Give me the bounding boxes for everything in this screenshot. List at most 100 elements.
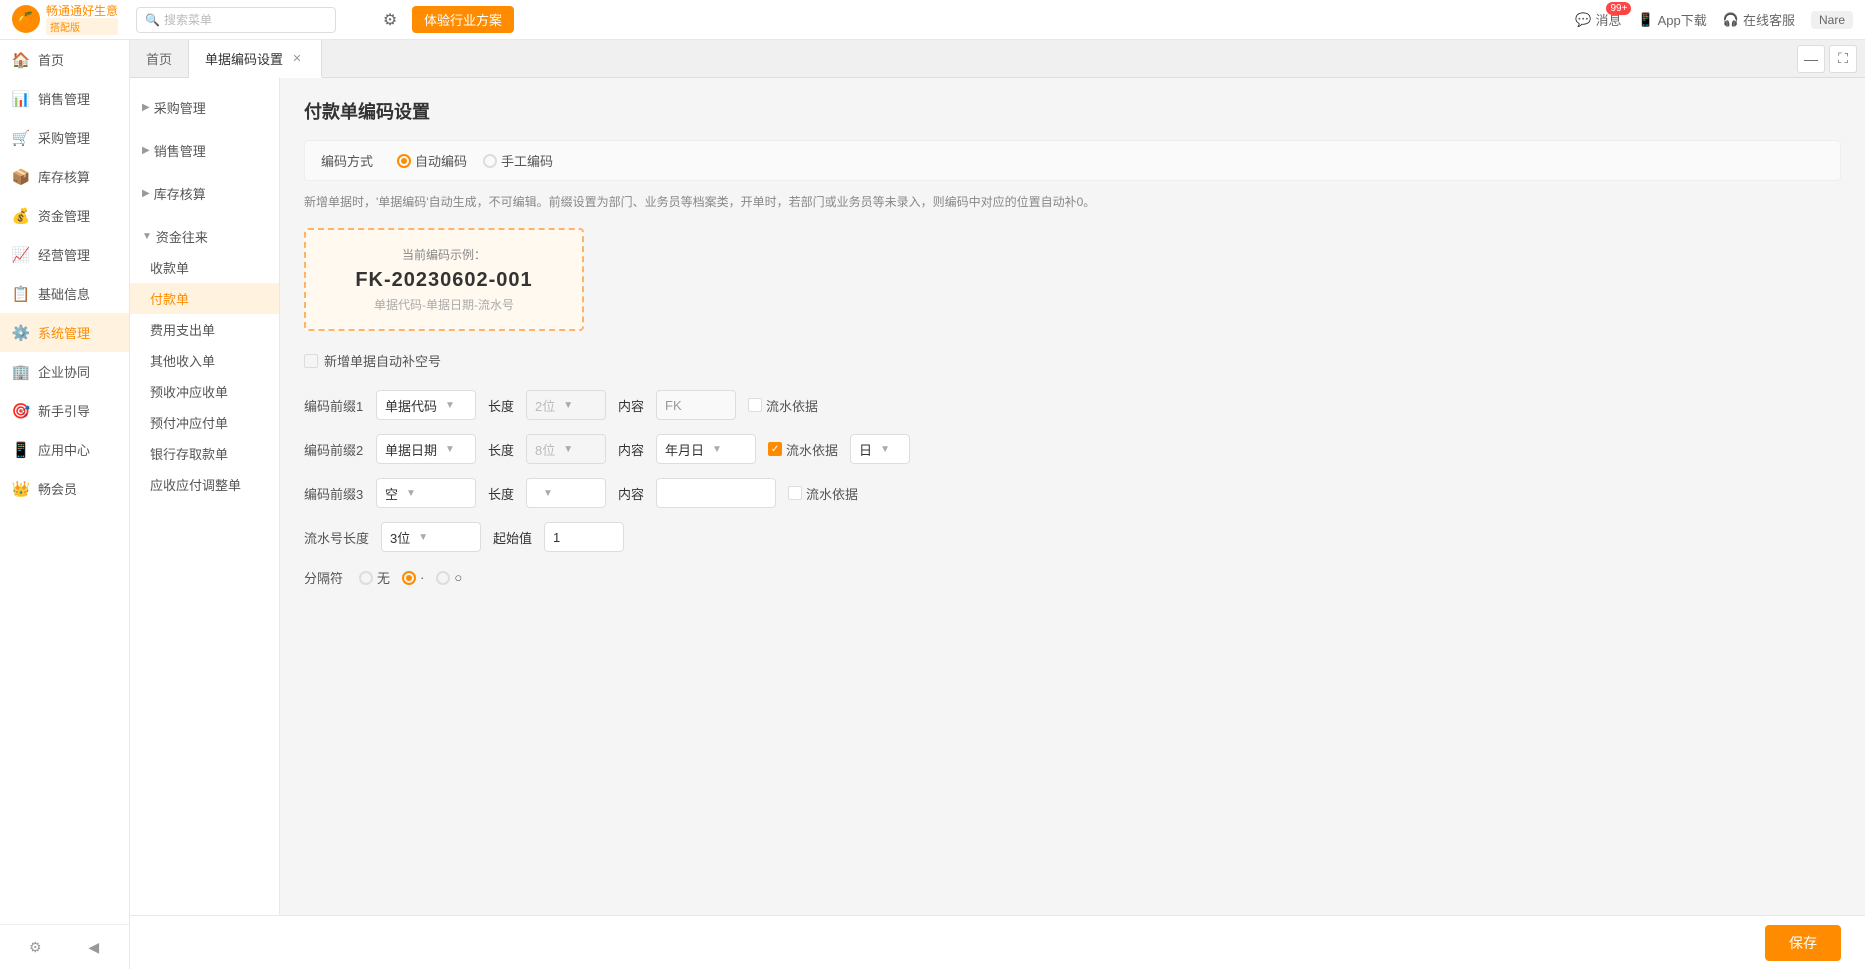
prefix3-row: 编码前缀3 空 ▼ 长度 ▼ 内容 — [304, 478, 1841, 508]
sidebar-label-system: 系统管理 — [38, 323, 90, 342]
prefix3-content-label: 内容 — [618, 484, 644, 503]
prefix2-stream-checkbox[interactable]: ✓ — [768, 442, 782, 456]
auto-fill-checkbox[interactable] — [304, 354, 318, 368]
subnav-receipts[interactable]: 收款单 — [130, 252, 279, 283]
prefix1-content-input: FK — [656, 390, 736, 420]
form-rows: 编码前缀1 单据代码 ▼ 长度 2位 ▼ 内容 FK — [304, 390, 1841, 552]
serial-length-label: 流水号长度 — [304, 528, 369, 547]
prefix3-label: 编码前缀3 — [304, 484, 364, 503]
sidebar-label-basic: 基础信息 — [38, 284, 90, 303]
separator-dot[interactable]: · — [402, 570, 424, 585]
sidebar-item-guide[interactable]: 🎯 新手引导 — [0, 391, 129, 430]
subnav-inventory-header[interactable]: ▶ 库存核算 — [130, 178, 279, 209]
subnav-bank[interactable]: 银行存取款单 — [130, 438, 279, 469]
sidebar-collapse-btn[interactable]: ◀ — [67, 933, 122, 961]
sidebar-item-apps[interactable]: 📱 应用中心 — [0, 430, 129, 469]
subnav-purchase-header[interactable]: ▶ 采购管理 — [130, 92, 279, 123]
sidebar-item-system[interactable]: ⚙️ 系统管理 — [0, 313, 129, 352]
subnav-prepay-payable[interactable]: 预付冲应付单 — [130, 407, 279, 438]
subnav-group-purchase: ▶ 采购管理 — [130, 86, 279, 129]
separator-dot-radio[interactable] — [402, 571, 416, 585]
subnav-expense[interactable]: 费用支出单 — [130, 314, 279, 345]
prefix2-length-arrow-icon: ▼ — [563, 444, 573, 455]
content-area: 首页 单据编码设置 ✕ — ⛶ ▶ 采购管理 — [130, 40, 1865, 969]
subnav-group-sales: ▶ 销售管理 — [130, 129, 279, 172]
manual-encoding-option[interactable]: 手工编码 — [483, 151, 553, 170]
sidebar-label-apps: 应用中心 — [38, 440, 90, 459]
prefix1-length-text: 2位 — [535, 396, 555, 415]
sidebar-label-sales: 销售管理 — [38, 89, 90, 108]
prefix2-day-select[interactable]: 日 ▼ — [850, 434, 910, 464]
prefix2-length-select: 8位 ▼ — [526, 434, 606, 464]
sidebar-item-basic[interactable]: 📋 基础信息 — [0, 274, 129, 313]
tab-home-label: 首页 — [146, 49, 172, 68]
prefix1-value-text: 单据代码 — [385, 396, 437, 415]
system-icon: ⚙️ — [12, 324, 30, 342]
auto-encoding-radio[interactable] — [397, 154, 411, 168]
sidebar-item-member[interactable]: 👑 畅会员 — [0, 469, 129, 508]
trial-button[interactable]: 体验行业方案 — [412, 6, 514, 33]
service-button[interactable]: 🎧 在线客服 — [1723, 10, 1795, 29]
separator-none-radio[interactable] — [359, 571, 373, 585]
prefix3-stream-label: 流水依据 — [806, 484, 858, 503]
download-label: App下载 — [1658, 10, 1707, 29]
user-menu[interactable]: Nare — [1811, 11, 1853, 29]
subnav-sales-header[interactable]: ▶ 销售管理 — [130, 135, 279, 166]
subnav-other-income[interactable]: 其他收入单 — [130, 345, 279, 376]
guide-icon: 🎯 — [12, 402, 30, 420]
save-button[interactable]: 保存 — [1765, 925, 1841, 961]
prefix3-stream-checkbox[interactable] — [788, 486, 802, 500]
sidebar-item-home[interactable]: 🏠 首页 — [0, 40, 129, 79]
prefix3-value-text: 空 — [385, 484, 398, 503]
prefix1-value-select[interactable]: 单据代码 ▼ — [376, 390, 476, 420]
prefix2-content-select[interactable]: 年月日 ▼ — [656, 434, 756, 464]
tab-home[interactable]: 首页 — [130, 40, 189, 78]
tab-minimize-btn[interactable]: — — [1797, 45, 1825, 73]
prefix2-value-select[interactable]: 单据日期 ▼ — [376, 434, 476, 464]
subnav-prepay-receivable[interactable]: 预收冲应收单 — [130, 376, 279, 407]
sidebar-item-purchase[interactable]: 🛒 采购管理 — [0, 118, 129, 157]
prefix2-stream-check[interactable]: ✓ 流水依据 — [768, 440, 838, 459]
prefix3-value-select[interactable]: 空 ▼ — [376, 478, 476, 508]
sidebar-item-finance[interactable]: 💰 资金管理 — [0, 196, 129, 235]
sidebar-item-enterprise[interactable]: 🏢 企业协同 — [0, 352, 129, 391]
settings-icon[interactable]: ⚙ — [376, 6, 404, 34]
download-button[interactable]: 📱 App下载 — [1637, 10, 1706, 29]
tab-encoding[interactable]: 单据编码设置 ✕ — [189, 40, 322, 78]
chevron-right-icon3: ▶ — [142, 188, 150, 199]
serial-start-input[interactable]: 1 — [544, 522, 624, 552]
manual-encoding-radio[interactable] — [483, 154, 497, 168]
form-area: 付款单编码设置 编码方式 自动编码 手工编码 — [280, 78, 1865, 915]
sidebar-item-inventory[interactable]: 📦 库存核算 — [0, 157, 129, 196]
tab-maximize-btn[interactable]: ⛶ — [1829, 45, 1857, 73]
preview-label: 当前编码示例： — [402, 246, 486, 263]
sub-nav: ▶ 采购管理 ▶ 销售管理 ▶ 库存核算 — [130, 78, 280, 915]
prefix3-length-select[interactable]: ▼ — [526, 478, 606, 508]
message-badge: 99+ — [1606, 2, 1631, 15]
sidebar-label-enterprise: 企业协同 — [38, 362, 90, 381]
sidebar-item-operations[interactable]: 📈 经营管理 — [0, 235, 129, 274]
subnav-sales-label: 销售管理 — [154, 141, 206, 160]
prefix3-stream-check[interactable]: 流水依据 — [788, 484, 858, 503]
auto-fill-label: 新增单据自动补空号 — [324, 351, 441, 370]
serial-length-select[interactable]: 3位 ▼ — [381, 522, 481, 552]
sidebar-item-sales[interactable]: 📊 销售管理 — [0, 79, 129, 118]
prefix3-content-input[interactable] — [656, 478, 776, 508]
separator-none[interactable]: 无 — [359, 568, 390, 587]
page-title: 付款单编码设置 — [304, 98, 1841, 124]
sidebar-settings-btn[interactable]: ⚙ — [8, 933, 63, 961]
prefix1-stream-checkbox[interactable] — [748, 398, 762, 412]
subnav-payments[interactable]: 付款单 — [130, 283, 279, 314]
separator-circle[interactable]: ○ — [436, 570, 462, 585]
search-bar[interactable]: 🔍 搜索菜单 — [136, 7, 336, 33]
separator-circle-radio[interactable] — [436, 571, 450, 585]
subnav-group-funds: ▼ 资金往来 收款单 付款单 费用支出单 其他收入单 预收冲应收单 预付冲应付单… — [130, 215, 279, 506]
prefix1-stream-check[interactable]: 流水依据 — [748, 396, 818, 415]
subnav-funds-header[interactable]: ▼ 资金往来 — [130, 221, 279, 252]
message-button[interactable]: 💬 消息 99+ — [1575, 10, 1621, 29]
prefix2-length-text: 8位 — [535, 440, 555, 459]
sidebar-label-guide: 新手引导 — [38, 401, 90, 420]
tab-encoding-close[interactable]: ✕ — [289, 50, 305, 66]
subnav-adjust[interactable]: 应收应付调整单 — [130, 469, 279, 500]
auto-encoding-option[interactable]: 自动编码 — [397, 151, 467, 170]
